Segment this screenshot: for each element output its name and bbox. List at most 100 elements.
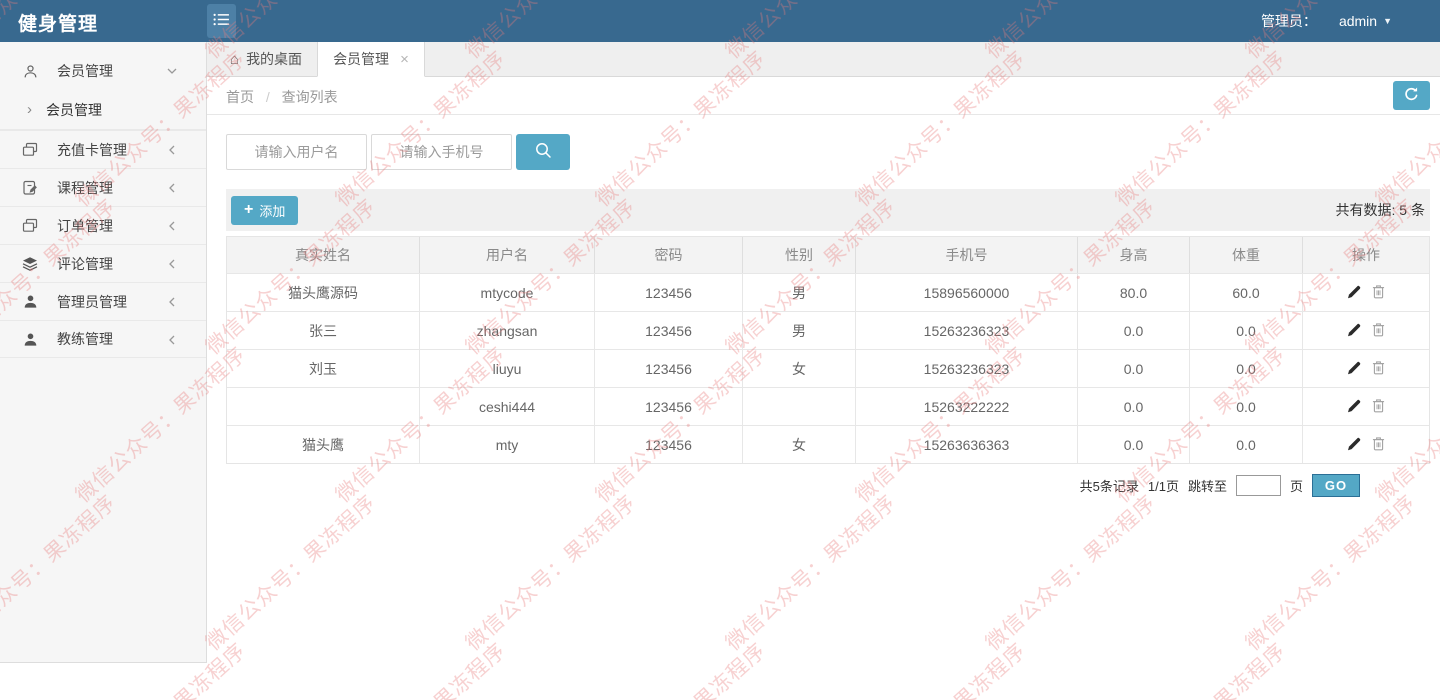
- table-cell: 女: [743, 350, 856, 387]
- phone-input[interactable]: [371, 134, 512, 170]
- tab-label: 会员管理: [333, 51, 390, 67]
- sidebar-item-1[interactable]: 充值卡管理: [0, 130, 206, 168]
- edit-icon: [1347, 285, 1361, 302]
- table-header-row: 真实姓名 用户名 密码 性别 手机号 身高 体重 操作: [227, 237, 1429, 273]
- delete-button[interactable]: [1372, 436, 1385, 454]
- breadcrumb-home[interactable]: 首页: [226, 89, 254, 105]
- chevron-left-icon: [166, 257, 178, 273]
- sidebar-item-4[interactable]: 评论管理: [0, 244, 206, 282]
- edit-button[interactable]: [1347, 437, 1361, 454]
- table-cell: 0.0: [1190, 426, 1303, 463]
- pagination: 共5条记录 1/1页 跳转至 页 GO: [207, 474, 1360, 497]
- main-content: ⌂ 我的桌面 会员管理 × 首页 / 查询列表 请输入用户名 请输入手机号 + …: [207, 42, 1440, 700]
- close-icon[interactable]: ×: [400, 51, 409, 68]
- sidebar-item-2[interactable]: 课程管理: [0, 168, 206, 206]
- sidebar-item-label: 管理员管理: [57, 293, 127, 310]
- trash-icon: [1372, 398, 1385, 416]
- sidebar-subitem[interactable]: › 会员管理: [0, 90, 206, 130]
- username-input[interactable]: [226, 134, 367, 170]
- breadcrumb: 首页 / 查询列表: [226, 87, 338, 107]
- tab-bar: ⌂ 我的桌面 会员管理 ×: [207, 42, 1440, 77]
- column-header: 手机号: [856, 237, 1078, 273]
- breadcrumb-separator: /: [265, 89, 270, 105]
- user-outline-icon: [22, 63, 38, 79]
- tab-desktop[interactable]: ⌂ 我的桌面: [215, 42, 317, 76]
- chevron-right-icon: ›: [27, 101, 32, 118]
- table-cell: 80.0: [1078, 274, 1190, 311]
- chevron-left-icon: [166, 219, 178, 235]
- go-button[interactable]: GO: [1312, 474, 1360, 497]
- edit-button[interactable]: [1347, 323, 1361, 340]
- refresh-button[interactable]: [1393, 81, 1430, 110]
- members-table: 真实姓名 用户名 密码 性别 手机号 身高 体重 操作 猫头鹰源码 mtycode 123456 男 1…: [226, 236, 1430, 464]
- delete-button[interactable]: [1372, 398, 1385, 416]
- edit-button[interactable]: [1347, 285, 1361, 302]
- page-jump-input[interactable]: [1235, 475, 1281, 496]
- delete-button[interactable]: [1372, 360, 1385, 378]
- table-cell: 60.0: [1190, 274, 1303, 311]
- sidebar-item-0[interactable]: 会员管理: [0, 52, 206, 90]
- table-toolbar: + 添加 共有数据: 5 条: [226, 189, 1430, 231]
- edit-icon: [1347, 323, 1361, 340]
- edit-icon: [1347, 437, 1361, 454]
- table-cell: 男: [743, 312, 856, 349]
- table-cell: 猫头鹰源码: [227, 274, 420, 311]
- record-summary: 共5条记录: [1079, 479, 1139, 494]
- admin-label: 管理员：: [1260, 13, 1317, 29]
- sidebar-toggle-button[interactable]: [207, 4, 236, 38]
- table-cell: 刘玉: [227, 350, 420, 387]
- edit-button[interactable]: [1347, 361, 1361, 378]
- table-cell: mtycode: [420, 274, 595, 311]
- table-row: 猫头鹰源码 mtycode 123456 男 15896560000 80.0 60.0: [227, 273, 1429, 311]
- table-cell: 15263236323: [856, 312, 1078, 349]
- admin-username: admin: [1338, 13, 1378, 29]
- sidebar-item-label: 课程管理: [57, 179, 113, 196]
- chevron-left-icon: [166, 143, 178, 159]
- app-title: 健身管理: [18, 14, 99, 35]
- operations-cell: [1303, 350, 1429, 388]
- delete-button[interactable]: [1372, 322, 1385, 340]
- column-header: 密码: [595, 237, 743, 273]
- operations-cell: [1303, 426, 1429, 464]
- table-cell: 0.0: [1190, 388, 1303, 425]
- sidebar-item-6[interactable]: 教练管理: [0, 320, 206, 358]
- sidebar: 会员管理 › 会员管理充值卡管理课程管理订单管理 评论管理管理员管理教练管理: [0, 42, 207, 663]
- table-cell: 15263636363: [856, 426, 1078, 463]
- breadcrumb-row: 首页 / 查询列表: [207, 77, 1440, 115]
- table-cell: 0.0: [1078, 426, 1190, 463]
- sidebar-item-label: 会员管理: [57, 63, 113, 79]
- column-header: 真实姓名: [227, 237, 420, 273]
- card-icon: [22, 142, 38, 158]
- chevron-down-icon: [166, 64, 178, 80]
- column-header: 用户名: [420, 237, 595, 273]
- sidebar-subitem-label: 会员管理: [46, 101, 102, 118]
- operations-cell: [1303, 388, 1429, 426]
- caret-down-icon: ▼: [1383, 16, 1392, 26]
- table-cell: liuyu: [420, 350, 595, 387]
- column-header: 身高: [1078, 237, 1190, 273]
- trash-icon: [1372, 360, 1385, 378]
- table-cell: mty: [420, 426, 595, 463]
- add-button[interactable]: + 添加: [231, 195, 299, 225]
- home-icon: ⌂: [230, 50, 240, 68]
- refresh-icon: [1402, 85, 1421, 107]
- table-row: 张三 zhangsan 123456 男 15263236323 0.0 0.0: [227, 311, 1429, 349]
- table-cell: 0.0: [1190, 350, 1303, 387]
- tab-member-management[interactable]: 会员管理 ×: [317, 42, 425, 77]
- sidebar-item-3[interactable]: 订单管理: [0, 206, 206, 244]
- search-button[interactable]: [516, 134, 570, 170]
- sidebar-item-5[interactable]: 管理员管理: [0, 282, 206, 320]
- edit-button[interactable]: [1347, 399, 1361, 416]
- table-cell: 0.0: [1078, 388, 1190, 425]
- table-cell: 123456: [595, 388, 743, 425]
- table-cell: 123456: [595, 426, 743, 463]
- search-row: [226, 134, 1440, 170]
- table-cell: [743, 388, 856, 425]
- total-count: 共有数据: 5 条: [1335, 202, 1425, 218]
- trash-icon: [1372, 436, 1385, 454]
- admin-dropdown[interactable]: admin ▼: [1339, 13, 1392, 29]
- chevron-left-icon: [166, 181, 178, 197]
- user-solid-icon: [22, 294, 38, 310]
- table-cell: 0.0: [1078, 312, 1190, 349]
- delete-button[interactable]: [1372, 284, 1385, 302]
